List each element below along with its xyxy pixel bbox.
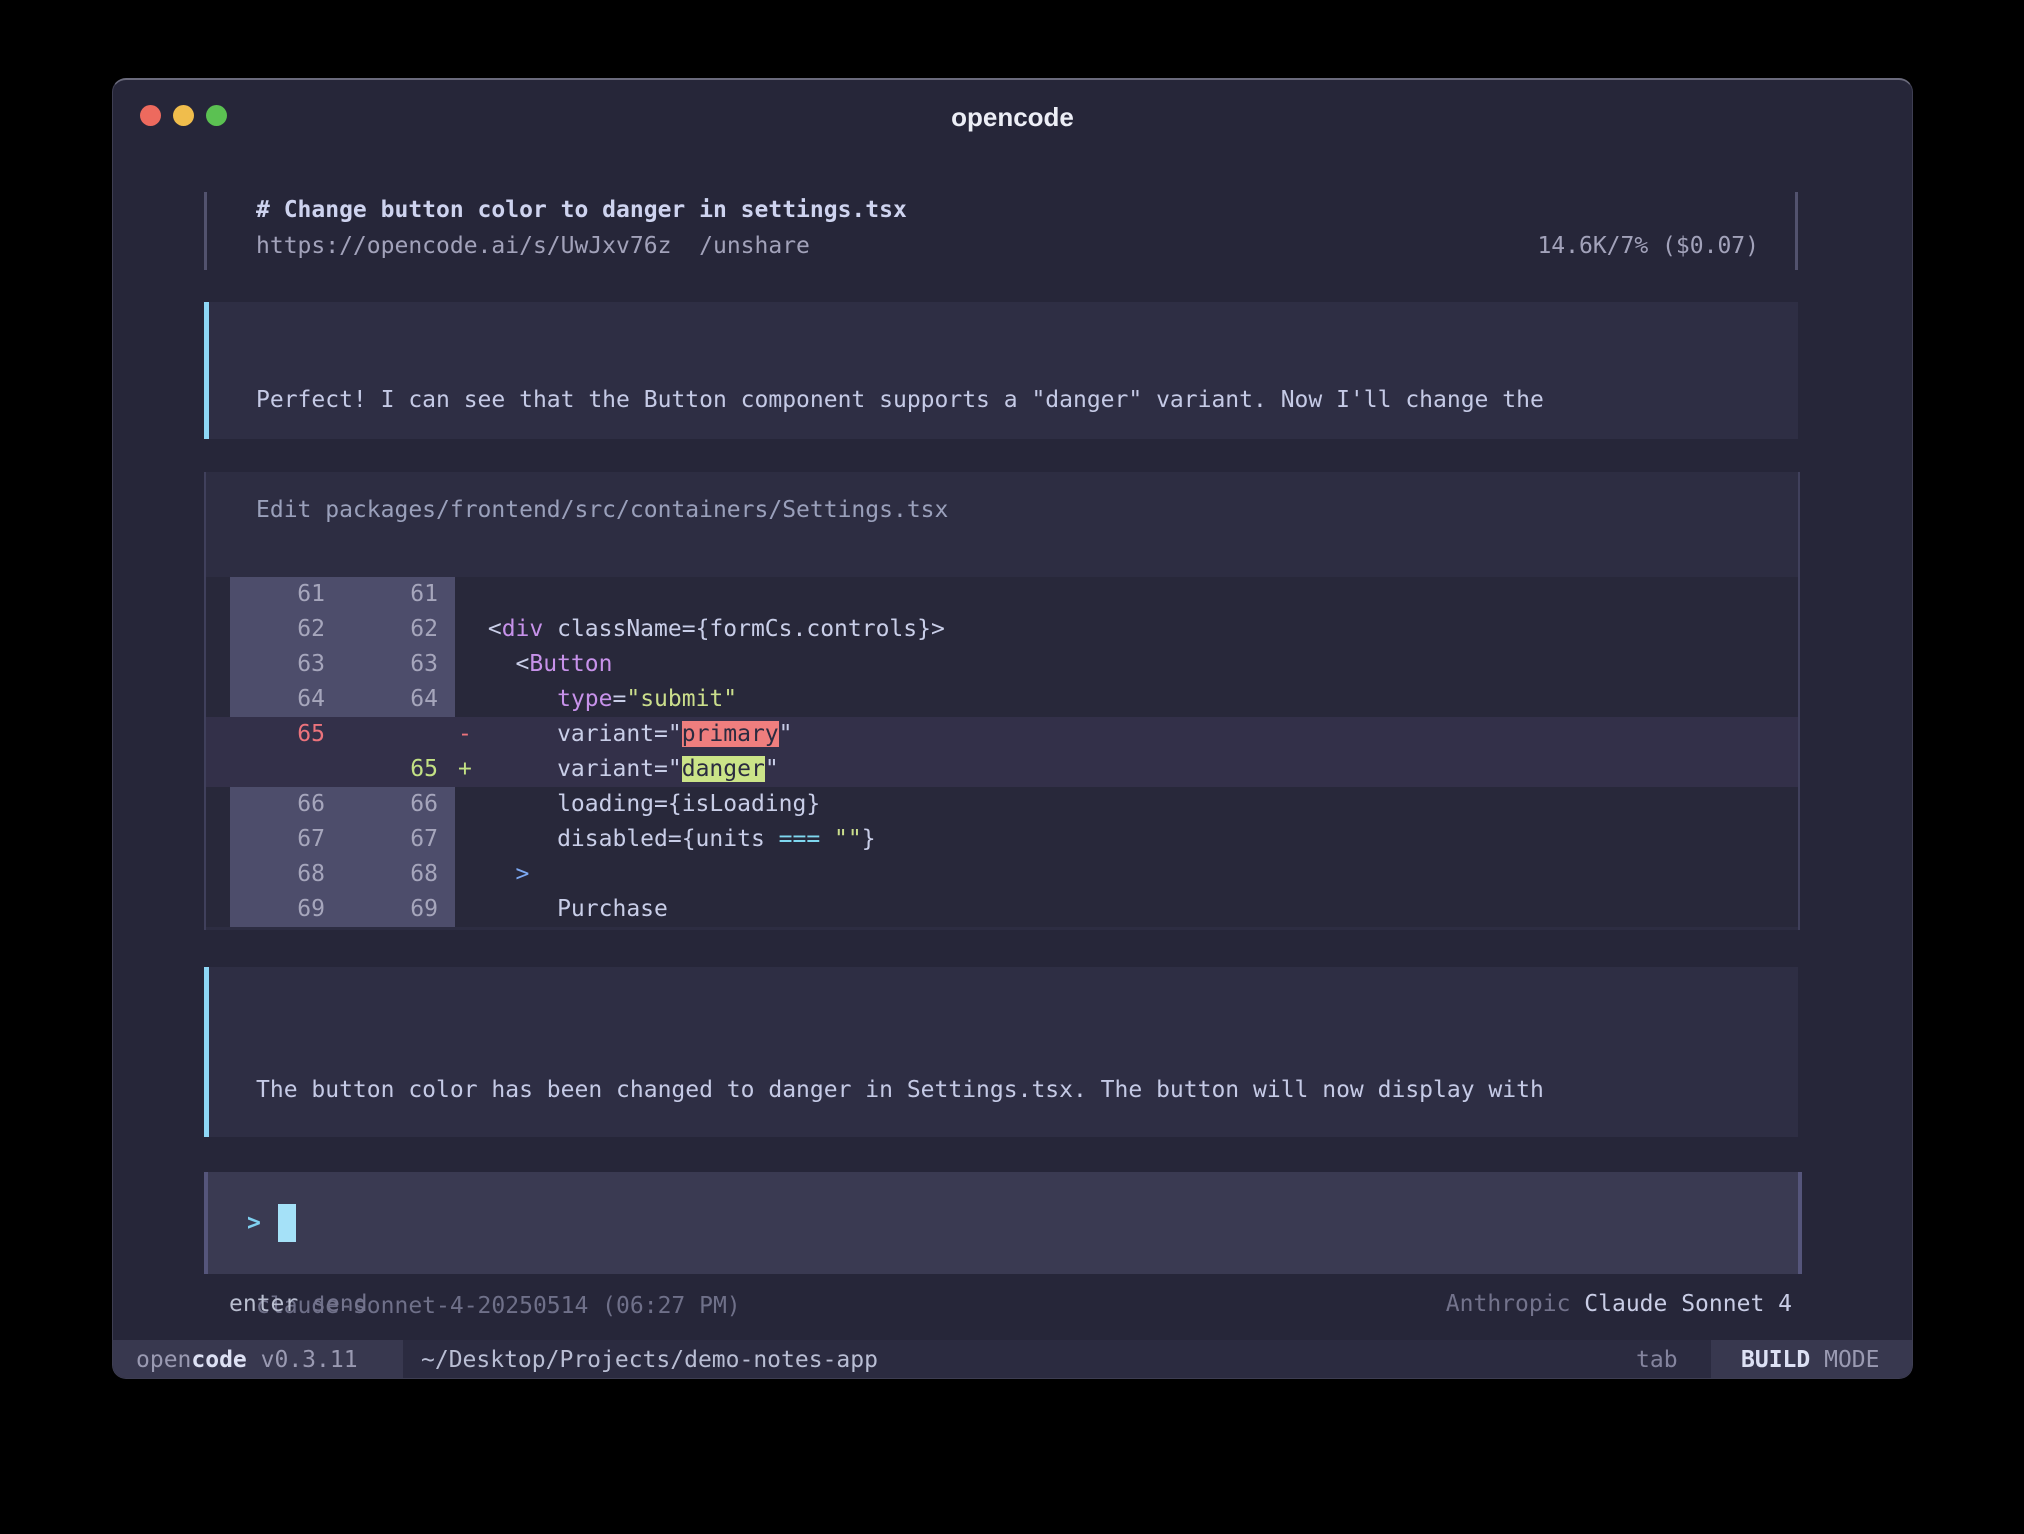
diff-row: 6464 type="submit"	[206, 682, 1798, 717]
diff-change-marker	[455, 612, 474, 647]
input-right-rule	[1798, 1172, 1802, 1274]
assistant-message: Perfect! I can see that the Button compo…	[204, 302, 1798, 439]
diff-row: 65- variant="primary"	[206, 717, 1798, 752]
diff-gutter: 6767	[230, 822, 455, 857]
diff-code-line: >	[474, 857, 1798, 892]
diff-gutter: 6262	[230, 612, 455, 647]
diff-gutter: 65	[230, 752, 455, 787]
diff-change-marker	[455, 787, 474, 822]
status-bar: opencode v0.3.11 ~/Desktop/Projects/demo…	[113, 1340, 1912, 1379]
app-version-segment: opencode v0.3.11	[113, 1340, 403, 1379]
diff-change-marker	[455, 682, 474, 717]
edit-file-header: Edit packages/frontend/src/containers/Se…	[256, 492, 948, 528]
session-subtitle: https://opencode.ai/s/UwJxv76z /unshare	[256, 228, 810, 264]
diff-gutter: 6868	[230, 857, 455, 892]
diff-change-marker: -	[455, 717, 474, 752]
message-line: The button color has been changed to dan…	[256, 1072, 1798, 1108]
diff-change-marker	[455, 857, 474, 892]
mode-segment[interactable]: BUILD MODE	[1711, 1340, 1913, 1379]
diff-gutter: 65	[230, 717, 455, 752]
tab-key-hint: tab	[1636, 1340, 1678, 1379]
send-hint: enter send	[229, 1288, 368, 1320]
diff-row: 6262 <div className={formCs.controls}>	[206, 612, 1798, 647]
diff-gutter: 6161	[230, 577, 455, 612]
diff-row: 6767 disabled={units === ""}	[206, 822, 1798, 857]
diff-code-line: variant="primary"	[474, 717, 1798, 752]
diff-row: 65+ variant="danger"	[206, 752, 1798, 787]
message-line: Perfect! I can see that the Button compo…	[256, 382, 1798, 418]
working-directory: ~/Desktop/Projects/demo-notes-app	[421, 1340, 878, 1379]
diff-code-line: <div className={formCs.controls}>	[474, 612, 1798, 647]
prompt-input[interactable]: >	[208, 1172, 1798, 1274]
prompt-symbol: >	[247, 1204, 261, 1242]
diff-gutter: 6464	[230, 682, 455, 717]
diff-row: 6161	[206, 577, 1798, 612]
diff-row: 6868 >	[206, 857, 1798, 892]
diff-change-marker: +	[455, 752, 474, 787]
diff-code-line	[474, 577, 1798, 612]
diff-change-marker	[455, 577, 474, 612]
diff-code-line: type="submit"	[474, 682, 1798, 717]
text-cursor	[278, 1204, 296, 1242]
unshare-command[interactable]: /unshare	[699, 233, 810, 259]
diff-code-line: disabled={units === ""}	[474, 822, 1798, 857]
token-cost-stats: 14.6K/7% ($0.07)	[1537, 228, 1759, 264]
diff-rows: 61616262 <div className={formCs.controls…	[206, 577, 1798, 927]
diff-row: 6363 <Button	[206, 647, 1798, 682]
diff-change-marker	[455, 892, 474, 927]
diff-gutter: 6363	[230, 647, 455, 682]
diff-row: 6969 Purchase	[206, 892, 1798, 927]
diff-gutter: 6666	[230, 787, 455, 822]
assistant-message: The button color has been changed to dan…	[204, 967, 1798, 1137]
edit-tool-block: Edit packages/frontend/src/containers/Se…	[204, 472, 1800, 930]
diff-code-line: variant="danger"	[474, 752, 1798, 787]
window-title: opencode	[113, 102, 1912, 133]
diff-row: 6666 loading={isLoading}	[206, 787, 1798, 822]
diff-change-marker	[455, 822, 474, 857]
diff-code-line: <Button	[474, 647, 1798, 682]
diff-code-line: Purchase	[474, 892, 1798, 927]
model-indicator: Anthropic Claude Sonnet 4	[1446, 1288, 1792, 1320]
share-url[interactable]: https://opencode.ai/s/UwJxv76z	[256, 233, 671, 259]
session-title: # Change button color to danger in setti…	[256, 192, 907, 228]
diff-gutter: 6969	[230, 892, 455, 927]
app-window: opencode # Change button color to danger…	[112, 78, 1913, 1379]
diff-change-marker	[455, 647, 474, 682]
header-left-rule	[204, 192, 207, 270]
header-right-rule	[1795, 192, 1798, 270]
diff-code-line: loading={isLoading}	[474, 787, 1798, 822]
